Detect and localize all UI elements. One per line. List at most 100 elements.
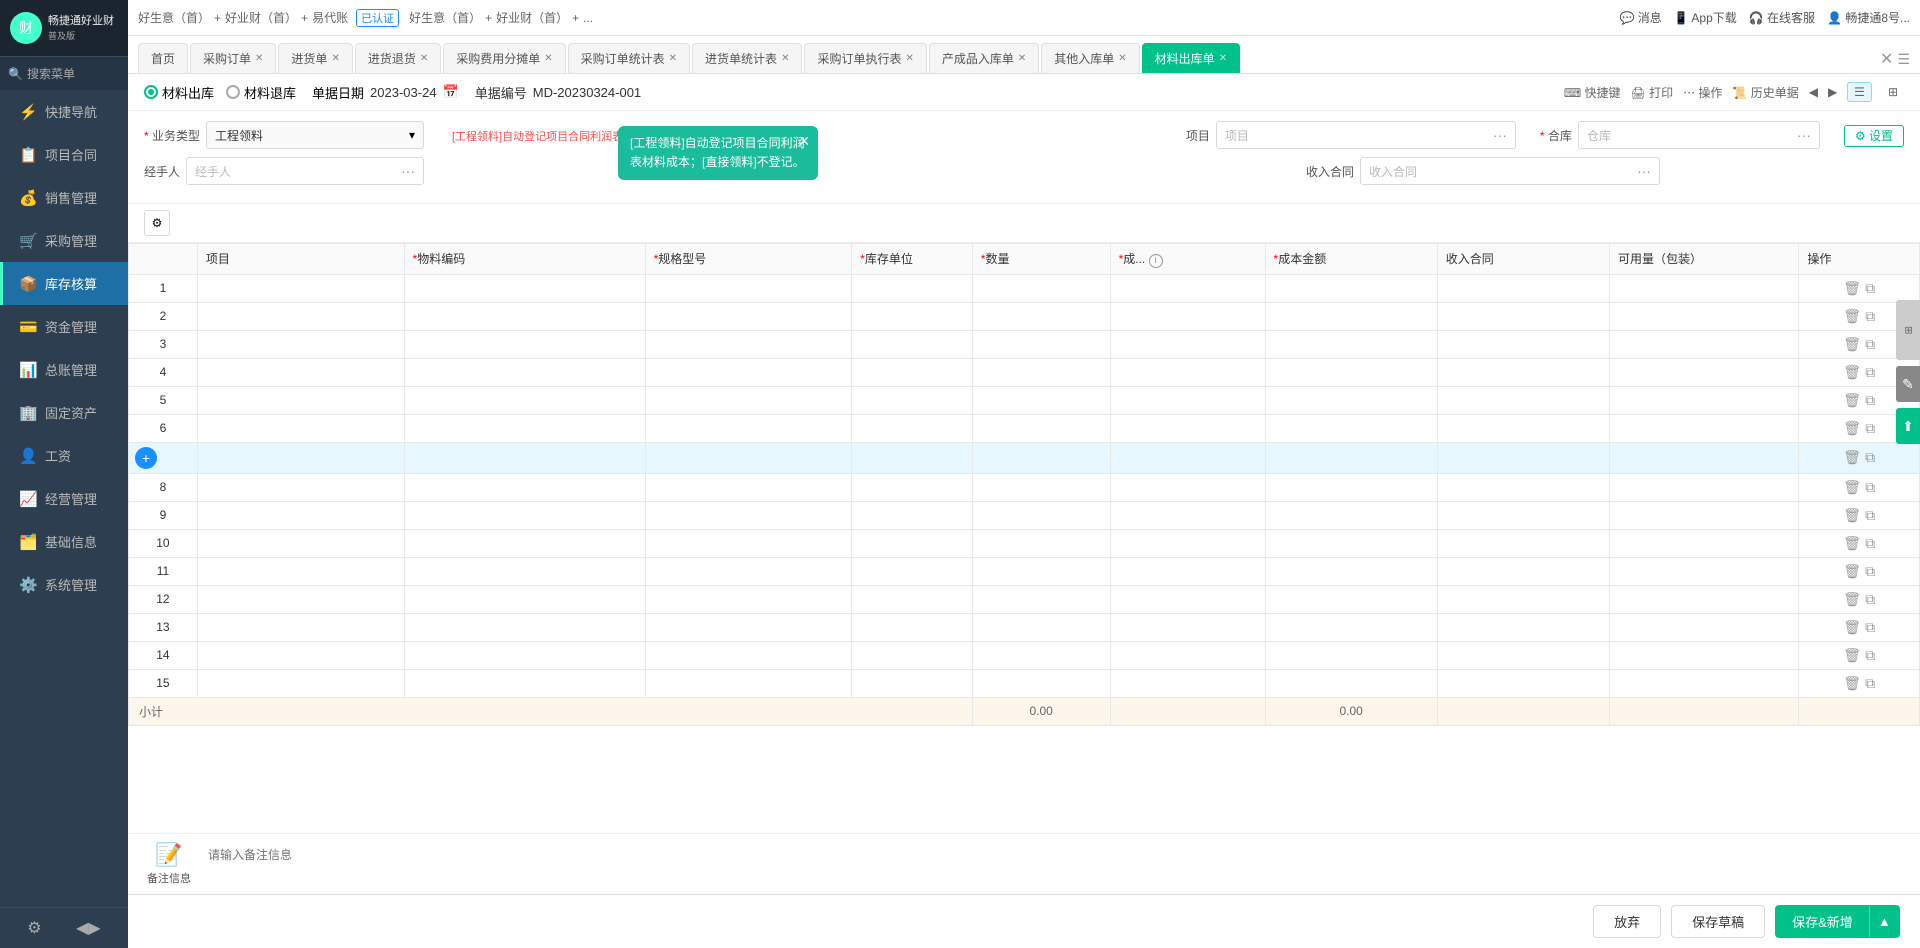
add-cell-1[interactable] <box>197 442 404 473</box>
cell-income[interactable] <box>1437 358 1609 386</box>
tab-inbound-stat[interactable]: 进货单统计表 ✕ <box>692 43 802 73</box>
cell-material[interactable] <box>404 274 645 302</box>
delete-row-btn[interactable]: 🗑 <box>1843 364 1861 381</box>
cell-unit[interactable] <box>852 302 973 330</box>
cell-qty[interactable] <box>972 386 1110 414</box>
cell-available[interactable] <box>1609 330 1798 358</box>
collapse-btn[interactable]: ◀▶ <box>76 918 101 938</box>
cell-available[interactable] <box>1609 414 1798 442</box>
cell-cost[interactable] <box>1110 274 1265 302</box>
discard-btn[interactable]: 放弃 <box>1593 905 1661 938</box>
save-new-arrow-btn[interactable]: ▲ <box>1869 905 1900 938</box>
grid-view-btn[interactable]: ⊞ <box>1882 83 1904 101</box>
cell-spec[interactable] <box>645 386 852 414</box>
prev-btn[interactable]: ◀ <box>1809 85 1818 99</box>
tab-close[interactable]: ✕ <box>420 53 428 64</box>
online-service-btn[interactable]: 🎧 在线客服 <box>1749 9 1815 26</box>
cell-income[interactable] <box>1437 414 1609 442</box>
delete-row-btn[interactable]: 🗑 <box>1843 449 1861 466</box>
warehouse-input[interactable]: 仓库 ··· <box>1578 121 1820 149</box>
add-cell-9[interactable] <box>1609 442 1798 473</box>
copy-row-btn[interactable]: ⧉ <box>1865 280 1875 297</box>
copy-row-btn[interactable]: ⧉ <box>1865 647 1875 664</box>
copy-row-btn[interactable]: ⧉ <box>1865 535 1875 552</box>
breadcrumb-good-biz2[interactable]: 好生意（首） <box>409 9 481 26</box>
delete-row-btn[interactable]: 🗑 <box>1843 507 1861 524</box>
add-cell-5[interactable] <box>972 442 1110 473</box>
add-cell-8[interactable] <box>1437 442 1609 473</box>
cell-cost-amt[interactable] <box>1265 358 1437 386</box>
cell-cost[interactable] <box>1110 358 1265 386</box>
handler-search-icon[interactable]: ··· <box>401 163 415 179</box>
calendar-icon[interactable]: 📅 <box>443 84 459 100</box>
cell-available[interactable] <box>1609 274 1798 302</box>
add-cell-6[interactable] <box>1110 442 1265 473</box>
cell-cost[interactable] <box>1110 414 1265 442</box>
message-btn[interactable]: 💬 消息 <box>1620 9 1662 26</box>
operations-btn[interactable]: ⋯ 操作 <box>1683 84 1722 101</box>
tab-close[interactable]: ✕ <box>781 53 789 64</box>
cell-qty[interactable] <box>972 302 1110 330</box>
delete-row-btn[interactable]: 🗑 <box>1843 619 1861 636</box>
tab-close[interactable]: ✕ <box>331 53 339 64</box>
cell-available[interactable] <box>1609 302 1798 330</box>
delete-row-btn[interactable]: 🗑 <box>1843 591 1861 608</box>
copy-row-btn[interactable]: ⧉ <box>1865 675 1875 692</box>
tab-inbound[interactable]: 进货单 ✕ <box>278 43 352 73</box>
cost-info-icon[interactable]: i <box>1149 254 1163 268</box>
copy-row-btn[interactable]: ⧉ <box>1865 449 1875 466</box>
add-cell-2[interactable] <box>404 442 645 473</box>
add-row-btn[interactable]: + <box>135 447 157 469</box>
cell-unit[interactable] <box>852 358 973 386</box>
tab-home[interactable]: 首页 <box>138 43 188 73</box>
cell-project[interactable] <box>197 358 404 386</box>
project-input[interactable]: 项目 ··· <box>1216 121 1516 149</box>
cell-spec[interactable] <box>645 330 852 358</box>
tab-close[interactable]: ✕ <box>1118 53 1126 64</box>
delete-row-btn[interactable]: 🗑 <box>1843 535 1861 552</box>
settings-btn[interactable]: ⚙ 设置 <box>1844 125 1904 147</box>
delete-row-btn[interactable]: 🗑 <box>1843 280 1861 297</box>
save-new-main-btn[interactable]: 保存&新增 <box>1775 905 1869 938</box>
copy-row-btn[interactable]: ⧉ <box>1865 507 1875 524</box>
add-cell-7[interactable] <box>1265 442 1437 473</box>
copy-row-btn[interactable]: ⧉ <box>1865 591 1875 608</box>
cell-cost-amt[interactable] <box>1265 274 1437 302</box>
grid-settings-btn[interactable]: ⚙ <box>144 210 170 236</box>
cell-material[interactable] <box>404 330 645 358</box>
sidebar-item-salary[interactable]: 👤 工资 <box>0 434 128 477</box>
sidebar-item-inventory[interactable]: 📦 库存核算 <box>0 262 128 305</box>
business-type-input[interactable]: 工程领料 ▾ <box>206 121 424 149</box>
handler-input[interactable]: 经手人 ··· <box>186 157 424 185</box>
cell-unit[interactable] <box>852 274 973 302</box>
sidebar-item-system[interactable]: ⚙️ 系统管理 <box>0 563 128 606</box>
sidebar-item-project-contract[interactable]: 📋 项目合同 <box>0 133 128 176</box>
cell-material[interactable] <box>404 386 645 414</box>
cell-income[interactable] <box>1437 330 1609 358</box>
cell-spec[interactable] <box>645 358 852 386</box>
tab-layout-btn[interactable]: ☰ <box>1897 51 1910 68</box>
history-btn[interactable]: 📜 历史单据 <box>1732 84 1798 101</box>
delete-row-btn[interactable]: 🗑 <box>1843 647 1861 664</box>
sidebar-item-purchase[interactable]: 🛒 采购管理 <box>0 219 128 262</box>
cell-qty[interactable] <box>972 274 1110 302</box>
sidebar-item-assets[interactable]: 🏢 固定资产 <box>0 391 128 434</box>
cell-qty[interactable] <box>972 358 1110 386</box>
tab-purchase-order[interactable]: 采购订单 ✕ <box>190 43 276 73</box>
copy-row-btn[interactable]: ⧉ <box>1865 336 1875 353</box>
delete-row-btn[interactable]: 🗑 <box>1843 479 1861 496</box>
tab-purchase-stat[interactable]: 采购订单统计表 ✕ <box>568 43 690 73</box>
cell-material[interactable] <box>404 358 645 386</box>
user-avatar[interactable]: 👤 畅捷通8号... <box>1827 9 1910 26</box>
tab-close[interactable]: ✕ <box>1018 53 1026 64</box>
project-search-icon[interactable]: ··· <box>1493 127 1507 143</box>
cell-cost-amt[interactable] <box>1265 302 1437 330</box>
sidebar-search[interactable]: 🔍 搜索菜单 <box>0 57 128 90</box>
cell-unit[interactable] <box>852 330 973 358</box>
cell-unit[interactable] <box>852 386 973 414</box>
copy-row-btn[interactable]: ⧉ <box>1865 392 1875 409</box>
breadcrumb-proxy[interactable]: 易代账 <box>312 9 348 26</box>
cell-cost[interactable] <box>1110 386 1265 414</box>
cell-project[interactable] <box>197 302 404 330</box>
sidebar-item-accounting[interactable]: 📊 总账管理 <box>0 348 128 391</box>
